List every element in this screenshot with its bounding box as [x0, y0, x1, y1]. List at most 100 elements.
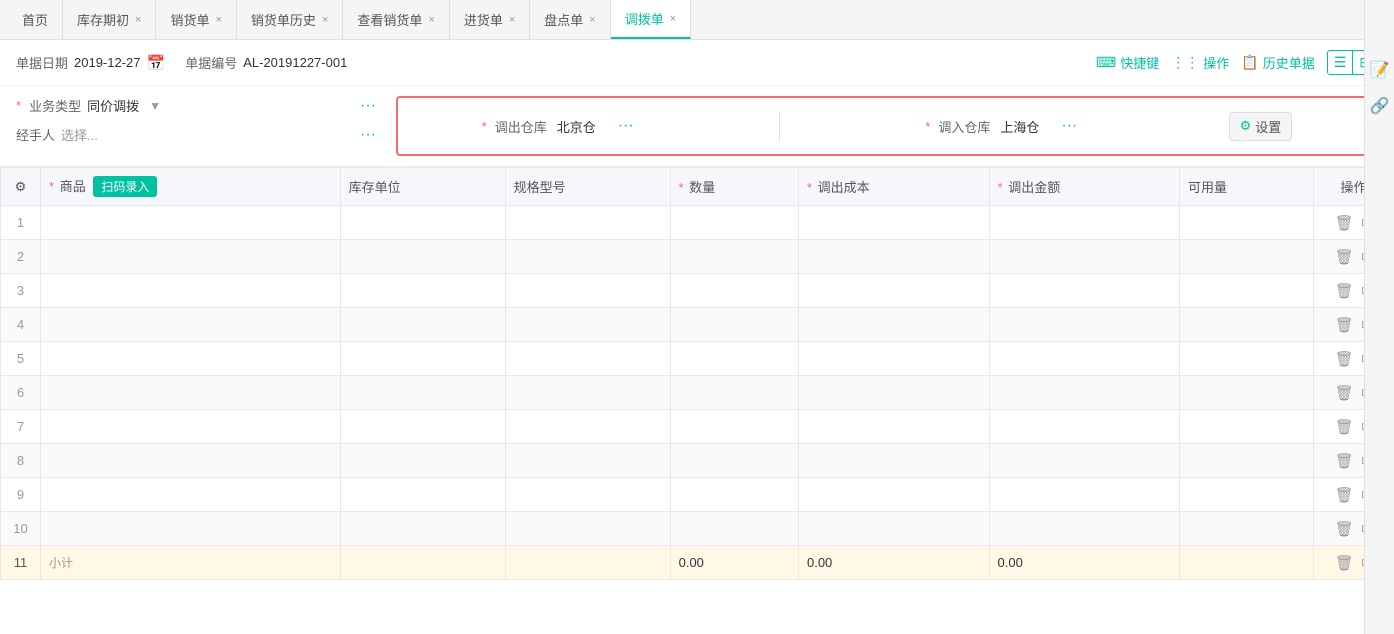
spec-cell-4[interactable] — [505, 308, 670, 342]
tab-transfer[interactable]: 调拨单 × — [611, 0, 691, 39]
unit-cell-4[interactable] — [340, 308, 505, 342]
amount-cell-3[interactable] — [989, 274, 1180, 308]
delete-icon-9[interactable]: 🗑 — [1335, 487, 1354, 504]
qty-cell-10[interactable] — [670, 512, 798, 546]
history-btn[interactable]: 📋 历史单据 — [1241, 53, 1314, 72]
tab-purchase[interactable]: 进货单 × — [450, 0, 530, 39]
product-cell-3[interactable] — [41, 274, 341, 308]
qty-cell-4[interactable] — [670, 308, 798, 342]
amount-cell-4[interactable] — [989, 308, 1180, 342]
product-cell-6[interactable] — [41, 376, 341, 410]
cost-cell-10[interactable] — [798, 512, 989, 546]
amount-cell-5[interactable] — [989, 342, 1180, 376]
close-sales-history[interactable]: × — [322, 14, 328, 26]
tab-inventory-check[interactable]: 盘点单 × — [530, 0, 610, 39]
close-purchase[interactable]: × — [509, 14, 515, 26]
delete-icon-6[interactable]: 🗑 — [1335, 385, 1354, 402]
spec-cell-10[interactable] — [505, 512, 670, 546]
qty-cell-7[interactable] — [670, 410, 798, 444]
qty-cell-2[interactable] — [670, 240, 798, 274]
cost-cell-4[interactable] — [798, 308, 989, 342]
delete-icon-8[interactable]: 🗑 — [1335, 453, 1354, 470]
spec-cell-6[interactable] — [505, 376, 670, 410]
unit-cell-5[interactable] — [340, 342, 505, 376]
unit-cell-1[interactable] — [340, 206, 505, 240]
amount-cell-6[interactable] — [989, 376, 1180, 410]
unit-cell-3[interactable] — [340, 274, 505, 308]
product-cell-2[interactable] — [41, 240, 341, 274]
tab-home[interactable]: 首页 — [8, 0, 63, 39]
qty-cell-3[interactable] — [670, 274, 798, 308]
unit-cell-8[interactable] — [340, 444, 505, 478]
delete-icon-4[interactable]: 🗑 — [1335, 317, 1354, 334]
qty-cell-9[interactable] — [670, 478, 798, 512]
cost-cell-3[interactable] — [798, 274, 989, 308]
amount-cell-7[interactable] — [989, 410, 1180, 444]
layout-list-icon[interactable]: ☰ — [1328, 51, 1354, 74]
delete-icon-5[interactable]: 🗑 — [1335, 351, 1354, 368]
delete-icon-1[interactable]: 🗑 — [1335, 215, 1354, 232]
ops-btn[interactable]: ⋮⋮ 操作 — [1171, 53, 1229, 72]
calendar-icon[interactable]: 📅 — [147, 54, 166, 72]
business-type-dropdown[interactable]: ▼ — [149, 99, 161, 113]
delete-icon-7[interactable]: 🗑 — [1335, 419, 1354, 436]
scan-button[interactable]: 扫码录入 — [93, 176, 157, 197]
spec-cell-7[interactable] — [505, 410, 670, 444]
product-cell-10[interactable] — [41, 512, 341, 546]
product-cell-9[interactable] — [41, 478, 341, 512]
close-inventory-check[interactable]: × — [589, 14, 595, 26]
cost-cell-1[interactable] — [798, 206, 989, 240]
unit-cell-9[interactable] — [340, 478, 505, 512]
spec-cell-9[interactable] — [505, 478, 670, 512]
spec-cell-8[interactable] — [505, 444, 670, 478]
tab-view-sales[interactable]: 查看销货单 × — [343, 0, 449, 39]
close-view-sales[interactable]: × — [428, 14, 434, 26]
qty-cell-6[interactable] — [670, 376, 798, 410]
product-cell-5[interactable] — [41, 342, 341, 376]
spec-cell-1[interactable] — [505, 206, 670, 240]
amount-cell-10[interactable] — [989, 512, 1180, 546]
close-inventory-init[interactable]: × — [135, 14, 141, 26]
amount-cell-1[interactable] — [989, 206, 1180, 240]
tab-sales-order[interactable]: 销货单 × — [156, 0, 236, 39]
transfer-in-more[interactable]: ··· — [1061, 117, 1077, 135]
delete-icon-10[interactable]: 🗑 — [1335, 521, 1354, 538]
cost-cell-9[interactable] — [798, 478, 989, 512]
cost-cell-6[interactable] — [798, 376, 989, 410]
transfer-out-more[interactable]: ··· — [618, 117, 634, 135]
unit-cell-2[interactable] — [340, 240, 505, 274]
qty-cell-8[interactable] — [670, 444, 798, 478]
delete-icon-3[interactable]: 🗑 — [1335, 283, 1354, 300]
shortcut-btn[interactable]: ⌨ 快捷键 — [1096, 53, 1159, 72]
amount-cell-8[interactable] — [989, 444, 1180, 478]
product-cell-8[interactable] — [41, 444, 341, 478]
sidebar-notes-icon[interactable]: 📝 — [1370, 60, 1390, 80]
unit-cell-7[interactable] — [340, 410, 505, 444]
handler-more[interactable]: ··· — [360, 126, 376, 144]
spec-cell-2[interactable] — [505, 240, 670, 274]
unit-cell-10[interactable] — [340, 512, 505, 546]
product-cell-7[interactable] — [41, 410, 341, 444]
settings-button[interactable]: ⚙ 设置 — [1229, 112, 1293, 141]
sidebar-link-icon[interactable]: 🔗 — [1370, 96, 1390, 116]
col-settings-header[interactable]: ⚙ — [1, 168, 41, 206]
cost-cell-8[interactable] — [798, 444, 989, 478]
cost-cell-2[interactable] — [798, 240, 989, 274]
delete-icon-2[interactable]: 🗑 — [1335, 249, 1354, 266]
amount-cell-2[interactable] — [989, 240, 1180, 274]
qty-cell-5[interactable] — [670, 342, 798, 376]
close-sales-order[interactable]: × — [215, 14, 221, 26]
tab-inventory-init[interactable]: 库存期初 × — [63, 0, 156, 39]
spec-cell-5[interactable] — [505, 342, 670, 376]
business-type-more[interactable]: ··· — [360, 97, 376, 115]
delete-icon-11[interactable]: 🗑 — [1335, 555, 1354, 572]
unit-cell-6[interactable] — [340, 376, 505, 410]
product-cell-4[interactable] — [41, 308, 341, 342]
close-transfer[interactable]: × — [670, 13, 676, 25]
qty-cell-1[interactable] — [670, 206, 798, 240]
spec-cell-3[interactable] — [505, 274, 670, 308]
product-cell-1[interactable] — [41, 206, 341, 240]
cost-cell-7[interactable] — [798, 410, 989, 444]
handler-select[interactable]: 选择... — [61, 125, 98, 144]
tab-sales-history[interactable]: 销货单历史 × — [237, 0, 343, 39]
